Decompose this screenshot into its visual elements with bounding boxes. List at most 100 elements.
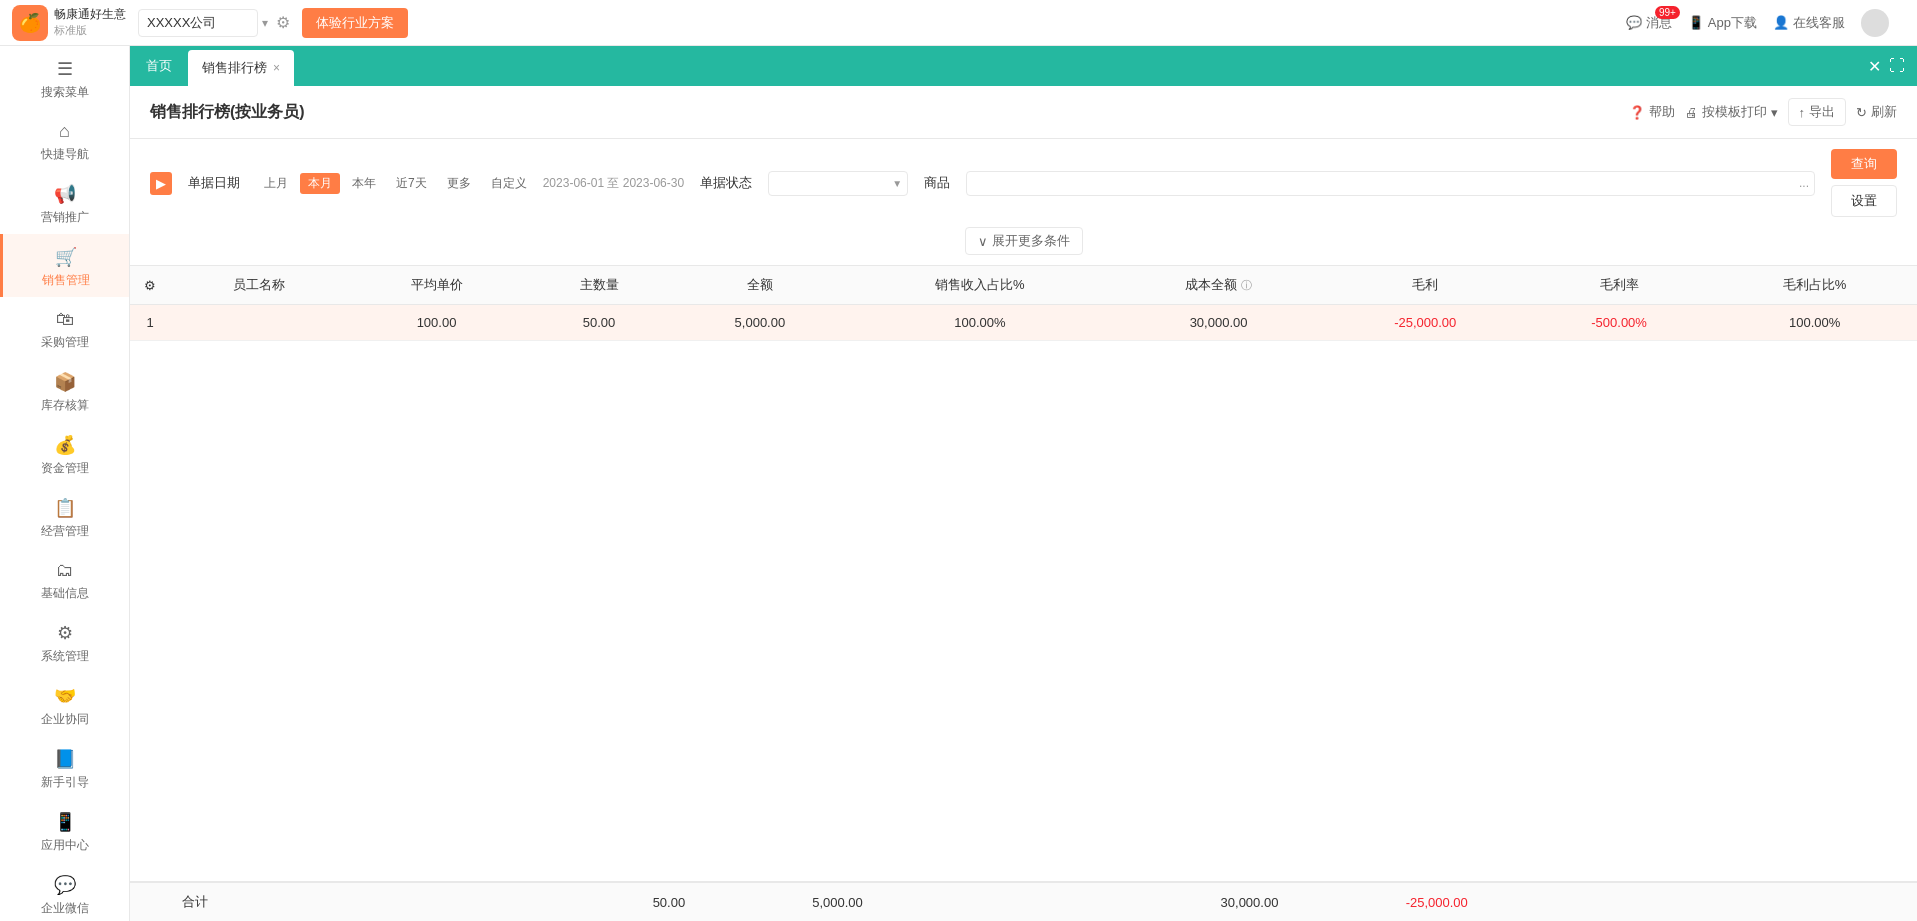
window-maximize-button[interactable]: ⛶ [1889,57,1905,75]
refresh-icon: ↻ [1856,105,1867,120]
col-settings[interactable]: ⚙ [130,266,170,305]
date-tab-this-year[interactable]: 本年 [344,173,384,194]
filter-action-buttons: 查询 设置 [1831,149,1897,217]
cell-amount: 5,000.00 [673,305,847,341]
funds-icon: 💰 [54,434,76,456]
sidebar-item-funds[interactable]: 💰 资金管理 [0,422,129,485]
date-tab-this-month[interactable]: 本月 [300,173,340,194]
sidebar-label-operations: 经营管理 [41,523,89,540]
date-tab-last-month[interactable]: 上月 [256,173,296,194]
app-name: 畅康通好生意 [54,7,126,23]
app-icon: 📱 [1688,15,1704,30]
tab-home[interactable]: 首页 [130,46,188,86]
cell-cost: 30,000.00 [1113,305,1325,341]
date-range-display: 2023-06-01 至 2023-06-30 [543,175,684,192]
goods-input-wrapper: ... [966,171,1815,196]
sidebar-item-search[interactable]: ☰ 搜索菜单 [0,46,129,109]
sidebar-item-apps[interactable]: 📱 应用中心 [0,799,129,862]
date-tab-more[interactable]: 更多 [439,173,479,194]
search-menu-icon: ☰ [57,58,73,80]
company-name: XXXXX公司 [138,9,258,37]
date-label: 单据日期 [188,174,240,192]
sales-icon: 🛒 [55,246,77,268]
top-bar: 🍊 畅康通好生意 标准版 XXXXX公司 ▾ ⚙ 体验行业方案 💬 消息 99+… [0,0,1917,46]
app-subtitle: 标准版 [54,23,126,38]
message-icon: 💬 [1626,15,1642,30]
tab-label-sales-ranking: 销售排行榜 [202,59,267,77]
sidebar-label-marketing: 营销推广 [41,209,89,226]
settings-icon[interactable]: ⚙ [276,13,290,32]
export-icon: ↑ [1799,105,1806,120]
service-icon: 👤 [1773,15,1789,30]
sidebar-label-wechat: 企业微信 [41,900,89,917]
refresh-button[interactable]: ↻ 刷新 [1856,103,1897,121]
online-service-button[interactable]: 👤 在线客服 [1773,14,1845,32]
sidebar-item-guide[interactable]: 📘 新手引导 [0,736,129,799]
cell-name [170,305,348,341]
status-select[interactable] [768,171,908,196]
filter-settings-button[interactable]: 设置 [1831,185,1897,217]
expand-button[interactable]: ∨ 展开更多条件 [965,227,1083,255]
col-amount: 全额 [673,266,847,305]
sidebar-item-inventory[interactable]: 📦 库存核算 [0,359,129,422]
status-select-wrapper [768,171,908,196]
table-header-row: ⚙ 员工名称 平均单价 主数量 全额 销售收入占比% 成本全额 ⓘ 毛利 毛利率 [130,266,1917,305]
sidebar-label-inventory: 库存核算 [41,397,89,414]
sidebar-label-funds: 资金管理 [41,460,89,477]
goods-more-icon[interactable]: ... [1799,176,1809,190]
avatar[interactable] [1861,9,1889,37]
expand-label: 展开更多条件 [992,232,1070,250]
app-label: App下载 [1708,14,1757,32]
company-selector[interactable]: XXXXX公司 ▾ [138,9,268,37]
col-gross: 毛利 [1325,266,1526,305]
date-tabs: 上月 本月 本年 近7天 更多 自定义 2023-06-01 至 2023-06… [256,173,684,194]
industry-button[interactable]: 体验行业方案 [302,8,408,38]
export-label: 导出 [1809,103,1835,121]
sidebar-item-marketing[interactable]: 📢 营销推广 [0,171,129,234]
print-button[interactable]: 🖨 按模板打印 ▾ [1685,103,1778,121]
sidebar-label-shortcut: 快捷导航 [41,146,89,163]
cell-sales-pct: 100.00% [847,305,1113,341]
filter-toggle-button[interactable]: ▶ [150,172,172,195]
purchase-icon: 🛍 [56,309,74,330]
sidebar-label-system: 系统管理 [41,648,89,665]
date-tab-7days[interactable]: 近7天 [388,173,435,194]
cell-gross-pct: 100.00% [1712,305,1917,341]
footer-empty-settings [142,893,182,911]
date-tab-custom[interactable]: 自定义 [483,173,535,194]
page-content: 销售排行榜(按业务员) ❓ 帮助 🖨 按模板打印 ▾ ↑ [130,86,1917,921]
window-close-button[interactable]: ✕ [1868,57,1881,76]
expand-row: ∨ 展开更多条件 [150,221,1897,255]
goods-label: 商品 [924,174,950,192]
home-icon: ⌂ [59,121,70,142]
help-icon: ❓ [1629,105,1645,120]
sidebar-item-wechat[interactable]: 💬 企业微信 [0,862,129,921]
sidebar-item-sales[interactable]: 🛒 销售管理 [0,234,129,297]
sidebar-item-shortcut[interactable]: ⌂ 快捷导航 [0,109,129,171]
tab-close-icon[interactable]: × [273,61,280,75]
sidebar-label-guide: 新手引导 [41,774,89,791]
enterprise-icon: 🤝 [54,685,76,707]
col-sales-pct: 销售收入占比% [847,266,1113,305]
message-button[interactable]: 💬 消息 99+ [1626,14,1672,32]
sidebar: ☰ 搜索菜单 ⌂ 快捷导航 📢 营销推广 🛒 销售管理 🛍 采购管理 📦 库 [0,46,130,921]
footer-table: 合计 50.00 5,000.00 30,000.00 -25,000.00 [142,893,1905,911]
apps-icon: 📱 [54,811,76,833]
sidebar-item-system[interactable]: ⚙ 系统管理 [0,610,129,673]
sidebar-item-purchase[interactable]: 🛍 采购管理 [0,297,129,359]
tab-sales-ranking[interactable]: 销售排行榜 × [188,50,294,86]
guide-icon: 📘 [54,748,76,770]
col-avg-price: 平均单价 [348,266,526,305]
help-button[interactable]: ❓ 帮助 [1629,103,1675,121]
goods-input[interactable] [966,171,1815,196]
export-button[interactable]: ↑ 导出 [1788,98,1847,126]
footer-sales-pct [931,893,1156,911]
sidebar-item-operations[interactable]: 📋 经营管理 [0,485,129,548]
tab-bar: 首页 销售排行榜 × ✕ ⛶ [130,46,1917,86]
query-button[interactable]: 查询 [1831,149,1897,179]
sidebar-item-enterprise[interactable]: 🤝 企业协同 [0,673,129,736]
print-icon: 🖨 [1685,105,1698,120]
col-gross-rate: 毛利率 [1526,266,1712,305]
sidebar-item-basics[interactable]: 🗂 基础信息 [0,548,129,610]
app-download-button[interactable]: 📱 App下载 [1688,14,1757,32]
